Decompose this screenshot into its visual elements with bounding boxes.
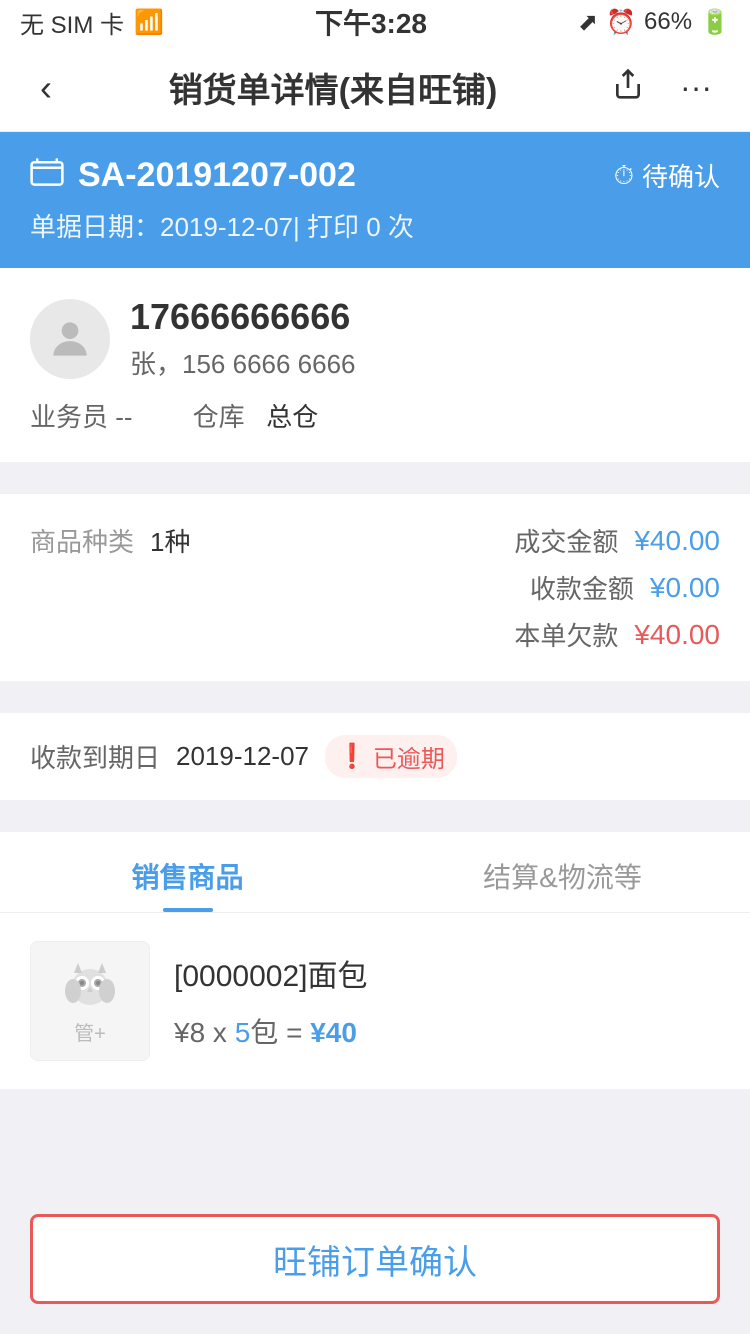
order-status: ⏱ 待确认 xyxy=(614,157,720,194)
received-value: ¥0.00 xyxy=(650,572,720,604)
received-row: 收款金额 ¥0.00 xyxy=(530,569,720,606)
page-title: 销货单详情(来自旺铺) xyxy=(169,63,498,112)
customer-meta: 业务员 -- 仓库 总仓 xyxy=(30,397,720,434)
amount-row: 成交金额 ¥40.00 xyxy=(514,522,720,559)
product-item: 管+ [0000002]面包 ¥8 x 5包 = ¥40 xyxy=(0,913,750,1089)
divider-1 xyxy=(0,478,750,494)
brand-owl-icon xyxy=(60,957,120,1013)
summary-row: 商品种类 1种 成交金额 ¥40.00 收款金额 ¥0.00 本单欠款 ¥40.… xyxy=(30,522,720,653)
date-label: 单据日期： xyxy=(30,212,160,242)
back-button[interactable]: ‹ xyxy=(30,57,62,119)
battery-level: 66% xyxy=(644,8,692,36)
overdue-text: 已逾期 xyxy=(373,739,445,774)
owing-row: 本单欠款 ¥40.00 xyxy=(514,616,720,653)
order-header-top: SA-20191207-002 ⏱ 待确认 xyxy=(30,156,720,195)
customer-avatar xyxy=(30,299,110,379)
share-icon[interactable] xyxy=(604,60,652,116)
product-type-section: 商品种类 1种 xyxy=(30,522,190,559)
product-list: 管+ [0000002]面包 ¥8 x 5包 = ¥40 xyxy=(0,913,750,1089)
brand-plus-text: 管+ xyxy=(74,1017,106,1046)
product-type-label: 商品种类 xyxy=(30,522,134,559)
customer-card: 17666666666 张，156 6666 6666 业务员 -- 仓库 总仓 xyxy=(0,268,750,462)
product-price-row: ¥8 x 5包 = ¥40 xyxy=(174,1011,720,1051)
status-bar: 无 SIM 卡 📶 下午3:28 ⬈ ⏰ 66% 🔋 xyxy=(0,0,750,44)
customer-phone: 17666666666 xyxy=(130,296,356,338)
customer-name: 张，156 6666 6666 xyxy=(130,344,356,381)
tab-settlement-label: 结算&物流等 xyxy=(483,856,642,896)
quantity-value: 5 xyxy=(235,1017,251,1048)
order-header-card: SA-20191207-002 ⏱ 待确认 单据日期：2019-12-07| 打… xyxy=(0,132,750,268)
divider-3 xyxy=(0,816,750,832)
tab-settlement[interactable]: 结算&物流等 xyxy=(375,832,750,912)
order-number: SA-20191207-002 xyxy=(78,156,356,195)
owing-value: ¥40.00 xyxy=(634,619,720,651)
status-right: ⬈ ⏰ 66% 🔋 xyxy=(578,8,730,37)
tab-sales[interactable]: 销售商品 xyxy=(0,832,375,912)
sim-status: 无 SIM 卡 xyxy=(20,5,124,40)
tab-sales-underline xyxy=(163,908,213,912)
amounts-section: 成交金额 ¥40.00 收款金额 ¥0.00 本单欠款 ¥40.00 xyxy=(514,522,720,653)
total-value: ¥40 xyxy=(310,1017,357,1048)
battery-icon: 🔋 xyxy=(700,8,730,37)
due-date-value: 2019-12-07 xyxy=(176,741,309,772)
print-info: | 打印 0 次 xyxy=(293,212,414,242)
product-info: [0000002]面包 ¥8 x 5包 = ¥40 xyxy=(174,951,720,1051)
due-label: 收款到期日 xyxy=(30,738,160,775)
confirm-order-button[interactable]: 旺铺订单确认 xyxy=(30,1214,720,1304)
quantity-unit: 包 xyxy=(250,1017,278,1048)
location-icon: ⬈ xyxy=(578,8,598,37)
product-name: [0000002]面包 xyxy=(174,951,720,995)
overdue-icon: ❗ xyxy=(337,742,367,771)
status-left: 无 SIM 卡 📶 xyxy=(20,5,164,40)
sales-rep-item: 业务员 -- xyxy=(30,397,133,434)
status-time: 下午3:28 xyxy=(315,2,427,42)
amount-value: ¥40.00 xyxy=(634,525,720,557)
received-label: 收款金额 xyxy=(530,569,634,606)
nav-actions: ··· xyxy=(604,60,720,116)
clock-icon: ⏱ xyxy=(614,160,634,192)
tab-sales-label: 销售商品 xyxy=(131,856,243,896)
nav-bar: ‹ 销货单详情(来自旺铺) ··· xyxy=(0,44,750,132)
customer-top: 17666666666 张，156 6666 6666 xyxy=(30,296,720,381)
product-thumbnail: 管+ xyxy=(30,941,150,1061)
order-date-row: 单据日期：2019-12-07| 打印 0 次 xyxy=(30,207,720,244)
owing-label: 本单欠款 xyxy=(514,616,618,653)
divider-2 xyxy=(0,697,750,713)
product-type-value: 1种 xyxy=(150,522,190,559)
bottom-area: 旺铺订单确认 xyxy=(0,1184,750,1334)
warehouse-item: 仓库 总仓 xyxy=(193,397,319,434)
sales-rep-label: 业务员 xyxy=(30,402,108,432)
tabs-container: 销售商品 结算&物流等 xyxy=(0,832,750,913)
sales-rep-value: -- xyxy=(115,402,132,432)
due-date-card: 收款到期日 2019-12-07 ❗ 已逾期 xyxy=(0,713,750,800)
summary-card: 商品种类 1种 成交金额 ¥40.00 收款金额 ¥0.00 本单欠款 ¥40.… xyxy=(0,494,750,681)
amount-label: 成交金额 xyxy=(514,522,618,559)
order-date-value: 2019-12-07 xyxy=(160,212,293,242)
overdue-badge: ❗ 已逾期 xyxy=(325,735,457,778)
wifi-icon: 📶 xyxy=(134,8,164,37)
order-icon xyxy=(30,157,64,194)
warehouse-value: 总仓 xyxy=(266,402,318,432)
price-text: ¥8 x xyxy=(174,1017,235,1048)
warehouse-label: 仓库 xyxy=(193,402,245,432)
alarm-icon: ⏰ xyxy=(606,8,636,37)
equals-sign: = xyxy=(278,1017,310,1048)
more-icon[interactable]: ··· xyxy=(672,61,720,114)
status-text: 待确认 xyxy=(642,157,720,194)
customer-info: 17666666666 张，156 6666 6666 xyxy=(130,296,356,381)
